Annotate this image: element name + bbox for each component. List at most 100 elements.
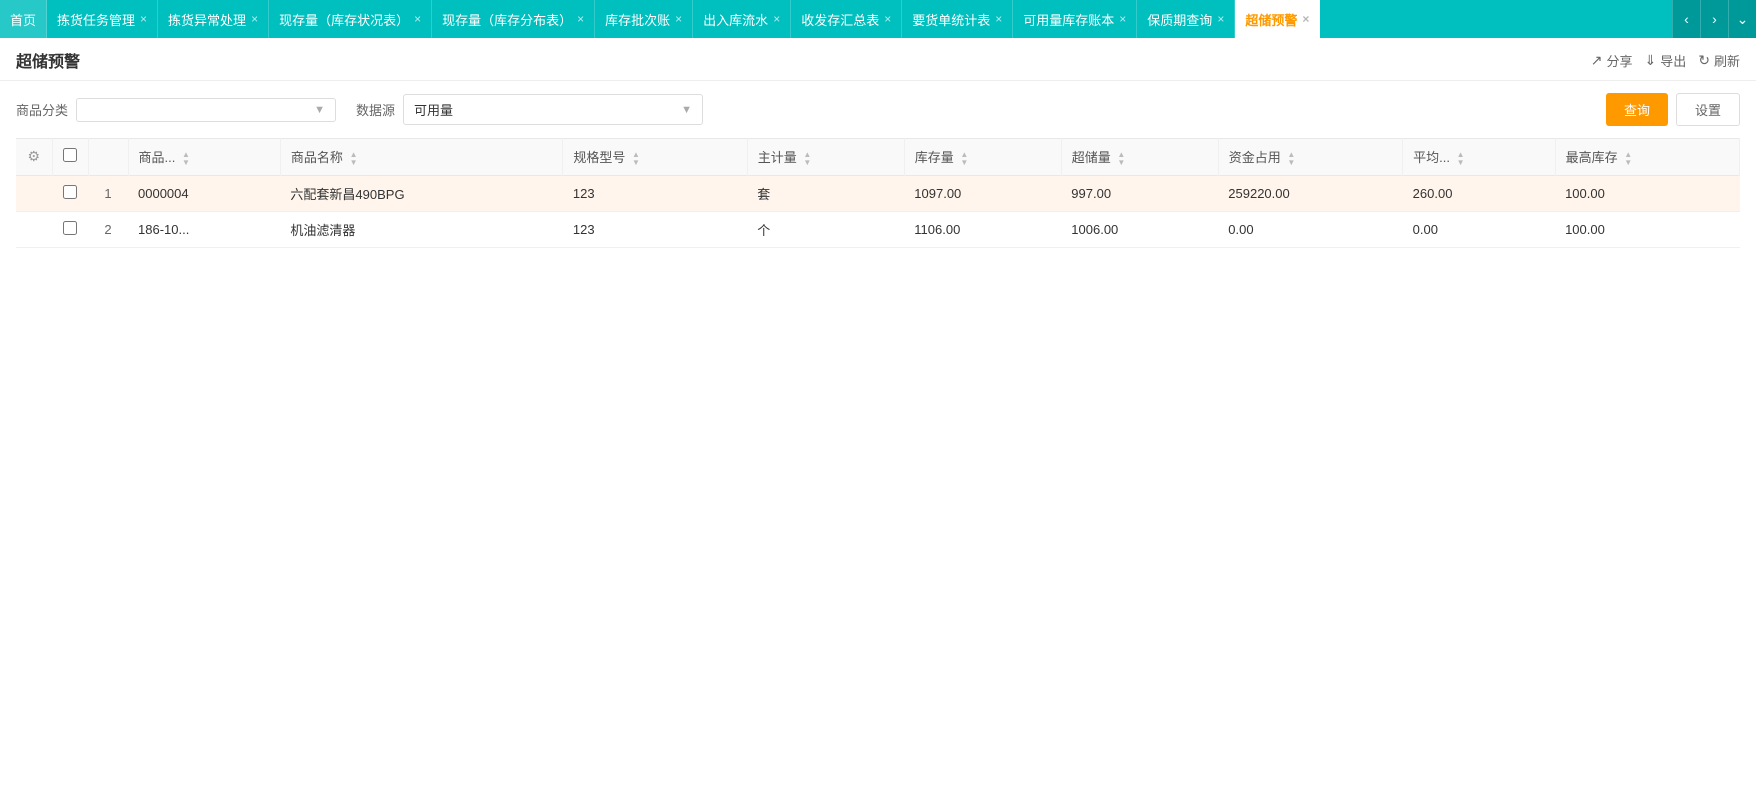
row-unit: 套: [747, 175, 904, 211]
sort-icon-product-code: ▲▼: [182, 151, 190, 167]
sort-icon-spec: ▲▼: [632, 151, 640, 167]
filter-buttons: 查询 设置: [1606, 93, 1740, 126]
nav-tab-tab-1[interactable]: 拣货任务管理×: [47, 0, 158, 38]
row-checkbox-cell: [52, 175, 88, 211]
nav-tab-tab-6[interactable]: 出入库流水×: [693, 0, 791, 38]
row-capital: 259220.00: [1218, 175, 1402, 211]
sort-icon-overstock: ▲▼: [1117, 151, 1125, 167]
share-label: 分享: [1606, 51, 1632, 70]
select-all-checkbox[interactable]: [63, 148, 77, 162]
close-tab-icon[interactable]: ×: [773, 12, 780, 26]
sort-icon-unit: ▲▼: [803, 151, 811, 167]
export-icon: ⇓: [1645, 52, 1657, 69]
row-product-name: 六配套新昌490BPG: [280, 175, 562, 211]
nav-arrows: ‹ › ⌄: [1672, 0, 1756, 38]
close-tab-icon[interactable]: ×: [140, 12, 147, 26]
th-product-name[interactable]: 商品名称 ▲▼: [280, 139, 562, 176]
datasource-label: 数据源: [356, 100, 395, 119]
nav-tab-tab-9[interactable]: 可用量库存账本×: [1013, 0, 1137, 38]
close-tab-icon[interactable]: ×: [251, 12, 258, 26]
close-tab-icon[interactable]: ×: [1217, 12, 1224, 26]
close-tab-icon[interactable]: ×: [675, 12, 682, 26]
th-max-stock[interactable]: 最高库存 ▲▼: [1555, 139, 1739, 176]
th-stock[interactable]: 库存量 ▲▼: [904, 139, 1061, 176]
row-overstock: 997.00: [1061, 175, 1218, 211]
table-header-row: ⚙ 商品... ▲▼ 商品名称 ▲▼ 规格型号: [16, 139, 1740, 176]
row-unit: 个: [747, 211, 904, 247]
settings-button[interactable]: 设置: [1676, 93, 1740, 126]
close-tab-icon[interactable]: ×: [1119, 12, 1126, 26]
nav-tab-tab-11[interactable]: 超储预警×: [1235, 0, 1320, 38]
row-checkbox-cell: [52, 211, 88, 247]
share-button[interactable]: ↗ 分享: [1591, 51, 1633, 70]
nav-arrow-down[interactable]: ⌄: [1728, 0, 1756, 38]
nav-tab-tab-2[interactable]: 拣货异常处理×: [158, 0, 269, 38]
th-seq: [88, 139, 128, 176]
nav-tab-tab-7[interactable]: 收发存汇总表×: [791, 0, 902, 38]
table-row: 1 0000004 六配套新昌490BPG 123 套 1097.00 997.…: [16, 175, 1740, 211]
datasource-chevron-icon: ▼: [681, 104, 692, 116]
th-capital[interactable]: 资金占用 ▲▼: [1218, 139, 1402, 176]
chevron-down-icon: ▼: [314, 104, 325, 116]
row-product-code: 186-10...: [128, 211, 280, 247]
settings-column-header: ⚙: [16, 139, 52, 176]
row-stock: 1106.00: [904, 211, 1061, 247]
top-navigation: 首页 拣货任务管理×拣货异常处理×现存量（库存状况表）×现存量（库存分布表）×库…: [0, 0, 1756, 38]
row-spec: 123: [563, 175, 747, 211]
close-tab-icon[interactable]: ×: [884, 12, 891, 26]
sort-icon-capital: ▲▼: [1287, 151, 1295, 167]
page-title: 超储预警: [16, 48, 80, 72]
query-button[interactable]: 查询: [1606, 93, 1668, 126]
th-avg[interactable]: 平均... ▲▼: [1403, 139, 1555, 176]
nav-tab-tab-8[interactable]: 要货单统计表×: [902, 0, 1013, 38]
th-product-code[interactable]: 商品... ▲▼: [128, 139, 280, 176]
row-seq: 2: [88, 211, 128, 247]
data-table: ⚙ 商品... ▲▼ 商品名称 ▲▼ 规格型号: [16, 138, 1740, 248]
row-spec: 123: [563, 211, 747, 247]
row-avg: 0.00: [1403, 211, 1555, 247]
close-tab-icon[interactable]: ×: [577, 12, 584, 26]
nav-home[interactable]: 首页: [0, 0, 47, 38]
datasource-select-text: 可用量: [414, 100, 453, 119]
sort-icon-avg: ▲▼: [1457, 151, 1465, 167]
datasource-filter-group: 数据源 可用量 ▼: [356, 94, 703, 125]
row-max-stock: 100.00: [1555, 175, 1739, 211]
datasource-select[interactable]: 可用量 ▼: [403, 94, 703, 125]
close-tab-icon[interactable]: ×: [1302, 12, 1309, 26]
nav-tab-tab-4[interactable]: 现存量（库存分布表）×: [432, 0, 595, 38]
sort-icon-product-name: ▲▼: [350, 151, 358, 167]
category-label: 商品分类: [16, 100, 68, 119]
table-row: 2 186-10... 机油滤清器 123 个 1106.00 1006.00 …: [16, 211, 1740, 247]
page-header: 超储预警 ↗ 分享 ⇓ 导出 ↻ 刷新: [0, 38, 1756, 81]
refresh-button[interactable]: ↻ 刷新: [1698, 51, 1740, 70]
close-tab-icon[interactable]: ×: [995, 12, 1002, 26]
export-label: 导出: [1660, 51, 1686, 70]
table-body: 1 0000004 六配套新昌490BPG 123 套 1097.00 997.…: [16, 175, 1740, 247]
row-checkbox-0[interactable]: [63, 185, 77, 199]
nav-tab-tab-5[interactable]: 库存批次账×: [595, 0, 693, 38]
sort-icon-stock: ▲▼: [960, 151, 968, 167]
th-unit[interactable]: 主计量 ▲▼: [747, 139, 904, 176]
nav-arrow-right[interactable]: ›: [1700, 0, 1728, 38]
close-tab-icon[interactable]: ×: [414, 12, 421, 26]
row-settings-cell: [16, 175, 52, 211]
row-checkbox-1[interactable]: [63, 221, 77, 235]
th-spec[interactable]: 规格型号 ▲▼: [563, 139, 747, 176]
export-button[interactable]: ⇓ 导出: [1645, 51, 1687, 70]
category-filter-group: 商品分类 ▼: [16, 98, 336, 122]
table-settings-icon[interactable]: ⚙: [27, 148, 40, 164]
nav-tab-tab-3[interactable]: 现存量（库存状况表）×: [269, 0, 432, 38]
category-select[interactable]: ▼: [76, 98, 336, 122]
row-max-stock: 100.00: [1555, 211, 1739, 247]
header-actions: ↗ 分享 ⇓ 导出 ↻ 刷新: [1591, 51, 1740, 70]
row-avg: 260.00: [1403, 175, 1555, 211]
nav-tab-tab-10[interactable]: 保质期查询×: [1137, 0, 1235, 38]
row-stock: 1097.00: [904, 175, 1061, 211]
th-overstock[interactable]: 超储量 ▲▼: [1061, 139, 1218, 176]
refresh-label: 刷新: [1714, 51, 1740, 70]
row-capital: 0.00: [1218, 211, 1402, 247]
nav-arrow-left[interactable]: ‹: [1672, 0, 1700, 38]
row-settings-cell: [16, 211, 52, 247]
row-product-name: 机油滤清器: [280, 211, 562, 247]
refresh-icon: ↻: [1698, 52, 1710, 69]
